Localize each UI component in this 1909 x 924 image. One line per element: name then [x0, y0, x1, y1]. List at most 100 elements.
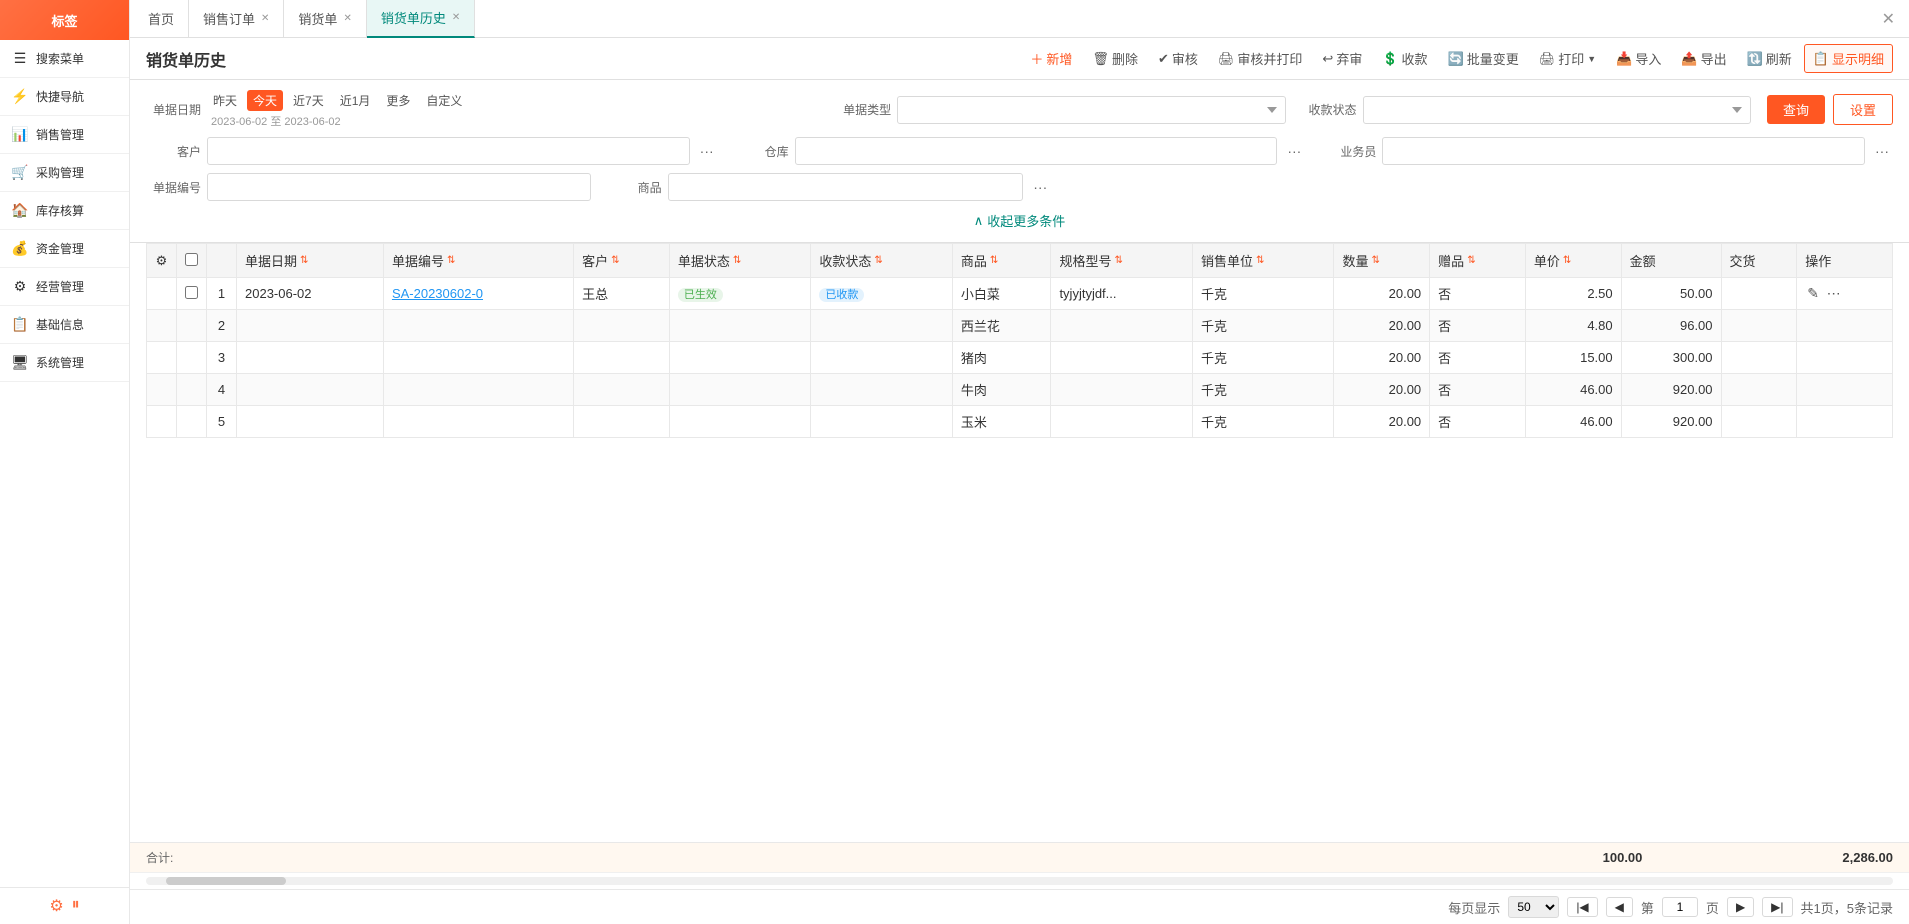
col-settings[interactable]: ⚙ [147, 244, 177, 278]
salesperson-input[interactable] [1382, 137, 1865, 165]
row1-doc-no[interactable]: SA-20230602-0 [383, 278, 573, 310]
customer-sort[interactable]: 客户 ⇅ [582, 251, 661, 270]
last-page-btn[interactable]: ▶| [1762, 897, 1792, 917]
show-detail-button[interactable]: 📋 显示明细 [1804, 44, 1893, 73]
prev-page-btn[interactable]: ◀ [1606, 897, 1633, 917]
col-spec-model[interactable]: 规格型号 ⇅ [1051, 244, 1193, 278]
import-button[interactable]: 📥 导入 [1608, 45, 1669, 72]
customer-input[interactable] [207, 137, 690, 165]
row3-checkbox[interactable] [177, 342, 207, 374]
doc-date-sort[interactable]: 单据日期 ⇅ [245, 251, 375, 270]
doc-type-select[interactable] [897, 96, 1285, 124]
gift-sort[interactable]: 赠品 ⇅ [1438, 251, 1517, 270]
quantity-sort[interactable]: 数量 ⇅ [1342, 251, 1421, 270]
warehouse-input[interactable] [795, 137, 1278, 165]
sidebar-item-quick-nav[interactable]: ⚡ 快捷导航 [0, 78, 129, 116]
product-input[interactable] [668, 173, 1024, 201]
tab-delivery-history[interactable]: 销货单历史 ✕ [367, 0, 475, 38]
sidebar-item-sales-mgmt[interactable]: 📊 销售管理 [0, 116, 129, 154]
select-all-checkbox[interactable] [185, 253, 198, 266]
query-button[interactable]: 查询 [1767, 95, 1825, 124]
doc-status-sort[interactable]: 单据状态 ⇅ [678, 251, 803, 270]
refresh-button[interactable]: 🔃 刷新 [1739, 45, 1800, 72]
date-btn-custom[interactable]: 自定义 [420, 90, 468, 111]
horizontal-scrollbar-container[interactable] [130, 872, 1909, 889]
sidebar-item-purchase-mgmt[interactable]: 🛒 采购管理 [0, 154, 129, 192]
sidebar-item-inventory[interactable]: 🏠 库存核算 [0, 192, 129, 230]
collect-button[interactable]: 💲 收款 [1374, 45, 1435, 72]
row4-checkbox[interactable] [177, 374, 207, 406]
tab-home[interactable]: 首页 [134, 0, 189, 38]
row2-checkbox[interactable] [177, 310, 207, 342]
sidebar-item-search-menu[interactable]: ☰ 搜索菜单 [0, 40, 129, 78]
settings-bottom-icon[interactable]: ⚙ [49, 896, 63, 916]
export-button[interactable]: 📤 导出 [1673, 45, 1734, 72]
sidebar-item-system-mgmt[interactable]: 🖥 系统管理 [0, 344, 129, 382]
collect-status-select[interactable] [1363, 96, 1751, 124]
row1-more-icon[interactable]: ⋯ [1827, 285, 1841, 301]
table-row[interactable]: 1 2023-06-02 SA-20230602-0 王总 已生效 已收款 小白… [147, 278, 1893, 310]
audit-button[interactable]: ✔ 审核 [1150, 45, 1206, 72]
tab-delivery-close[interactable]: ✕ [343, 13, 351, 24]
col-doc-status[interactable]: 单据状态 ⇅ [669, 244, 811, 278]
date-btn-today[interactable]: 今天 [247, 90, 283, 111]
col-sales-unit[interactable]: 销售单位 ⇅ [1192, 244, 1334, 278]
date-btn-yesterday[interactable]: 昨天 [207, 90, 243, 111]
product-sort[interactable]: 商品 ⇅ [961, 251, 1043, 270]
row1-checkbox[interactable] [177, 278, 207, 310]
table-row[interactable]: 4 牛肉 千克 20.00 否 46.00 920.00 [147, 374, 1893, 406]
batch-change-button[interactable]: 🔄 批量变更 [1440, 45, 1527, 72]
spec-model-sort[interactable]: 规格型号 ⇅ [1059, 251, 1184, 270]
table-area[interactable]: ⚙ 单据日期 ⇅ [130, 243, 1909, 842]
date-btn-7days[interactable]: 近7天 [287, 90, 330, 111]
table-row[interactable]: 3 猪肉 千克 20.00 否 15.00 300.00 [147, 342, 1893, 374]
customer-ellipsis[interactable]: ··· [696, 141, 718, 161]
row1-check[interactable] [185, 286, 198, 299]
new-button[interactable]: ＋ 新增 [1022, 45, 1080, 72]
col-collect-status[interactable]: 收款状态 ⇅ [811, 244, 953, 278]
row1-doc-no-link[interactable]: SA-20230602-0 [392, 286, 483, 301]
tab-delivery-history-close[interactable]: ✕ [452, 12, 460, 23]
set-button[interactable]: 设置 [1833, 94, 1893, 125]
col-unit-price[interactable]: 单价 ⇅ [1525, 244, 1621, 278]
col-quantity[interactable]: 数量 ⇅ [1334, 244, 1430, 278]
tab-bar-close[interactable]: ✕ [1872, 9, 1905, 29]
row5-checkbox[interactable] [177, 406, 207, 438]
audit-print-button[interactable]: 🖨 审核并打印 [1210, 45, 1311, 72]
product-ellipsis[interactable]: ··· [1029, 177, 1051, 197]
row1-edit-icon[interactable]: ✎ [1807, 285, 1819, 301]
horizontal-scrollbar[interactable] [146, 877, 1893, 885]
table-row[interactable]: 5 玉米 千克 20.00 否 46.00 920.00 [147, 406, 1893, 438]
scrollbar-thumb[interactable] [166, 877, 286, 885]
next-page-btn[interactable]: ▶ [1727, 897, 1754, 917]
doc-no-sort[interactable]: 单据编号 ⇅ [392, 251, 565, 270]
pause-bottom-icon[interactable]: ⏸ [72, 896, 80, 916]
collect-status-sort[interactable]: 收款状态 ⇅ [819, 251, 944, 270]
col-gift[interactable]: 赠品 ⇅ [1430, 244, 1526, 278]
tab-sales-order-close[interactable]: ✕ [261, 13, 269, 24]
date-btn-more[interactable]: 更多 [380, 90, 416, 111]
col-doc-no[interactable]: 单据编号 ⇅ [383, 244, 573, 278]
page-number-input[interactable] [1662, 897, 1698, 917]
per-page-select[interactable]: 50 20 100 [1508, 896, 1559, 918]
first-page-btn[interactable]: |◀ [1567, 897, 1597, 917]
date-btn-1month[interactable]: 近1月 [334, 90, 377, 111]
sales-unit-sort[interactable]: 销售单位 ⇅ [1201, 251, 1326, 270]
warehouse-ellipsis[interactable]: ··· [1283, 141, 1305, 161]
doc-no-input[interactable] [207, 173, 591, 201]
unit-price-sort[interactable]: 单价 ⇅ [1534, 251, 1613, 270]
sidebar-item-basic-info[interactable]: 📋 基础信息 [0, 306, 129, 344]
print-button[interactable]: 🖨 打印 ▼ [1531, 45, 1604, 72]
col-doc-date[interactable]: 单据日期 ⇅ [237, 244, 384, 278]
sidebar-item-finance-mgmt[interactable]: 💰 资金管理 [0, 230, 129, 268]
col-customer[interactable]: 客户 ⇅ [574, 244, 670, 278]
delete-button[interactable]: 🗑 删除 [1084, 45, 1146, 72]
sidebar-item-operation-mgmt[interactable]: ⚙ 经营管理 [0, 268, 129, 306]
col-checkbox[interactable] [177, 244, 207, 278]
table-row[interactable]: 2 西兰花 千克 20.00 否 4.80 96.00 [147, 310, 1893, 342]
tab-sales-order[interactable]: 销售订单 ✕ [189, 0, 284, 38]
col-product[interactable]: 商品 ⇅ [952, 244, 1051, 278]
collapse-more-btn[interactable]: ∧ 收起更多条件 [146, 209, 1893, 232]
settings-icon[interactable]: ⚙ [156, 253, 168, 268]
tab-delivery[interactable]: 销货单 ✕ [284, 0, 366, 38]
